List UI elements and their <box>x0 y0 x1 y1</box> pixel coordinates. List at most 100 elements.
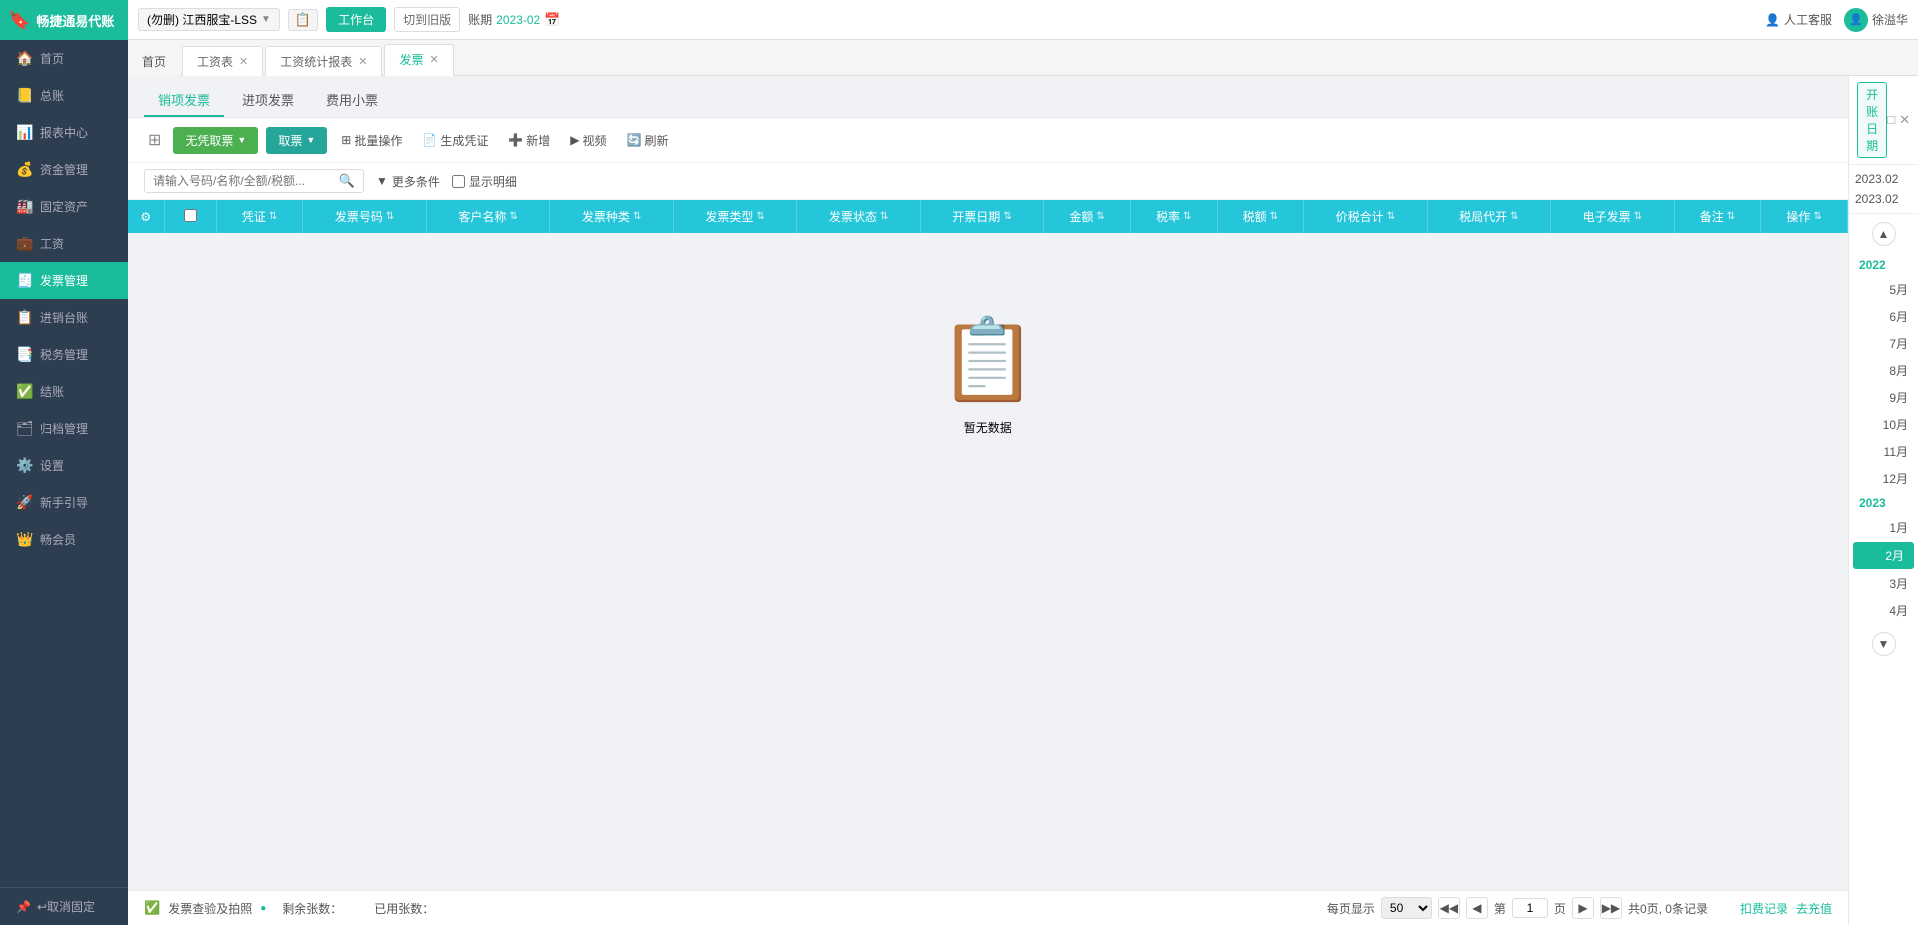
workbench-button[interactable]: 工作台 <box>326 7 386 32</box>
sidebar-item-funds[interactable]: 💰资金管理 <box>0 151 128 188</box>
tab-wages-table[interactable]: 工资表✕ <box>182 46 263 76</box>
sidebar-item-ledger[interactable]: 📒总账 <box>0 77 128 114</box>
sidebar-item-settings[interactable]: ⚙️设置 <box>0 447 128 484</box>
used-label: 已用张数： <box>374 900 434 917</box>
no-voucher-btn[interactable]: 无凭取票 ▼ <box>173 127 258 154</box>
month-item-10月[interactable]: 10月 <box>1849 411 1918 438</box>
month-item-5月[interactable]: 5月 <box>1849 276 1918 303</box>
month-item-7月[interactable]: 7月 <box>1849 330 1918 357</box>
sidebar-item-vip[interactable]: 👑畅会员 <box>0 521 128 558</box>
right-panel: 开账日期 □ ✕ 2023.02 2023.02 ▲ 2022 5月6月7月8月… <box>1848 76 1918 925</box>
refresh-label: 刷新 <box>645 132 669 149</box>
select-all-checkbox[interactable] <box>184 209 197 222</box>
subtab-expense-ticket[interactable]: 费用小票 <box>312 84 392 117</box>
deduction-link[interactable]: 扣费记录 <box>1740 900 1788 917</box>
sidebar-cancel-fixed[interactable]: 📌 ↩取消固定 <box>0 887 128 925</box>
sidebar-item-settle[interactable]: ✅结账 <box>0 373 128 410</box>
sidebar-item-assets[interactable]: 🏭固定资产 <box>0 188 128 225</box>
open-period-btn[interactable]: 开账日期 <box>1857 82 1887 158</box>
settings-icon[interactable]: ⚙ <box>140 210 151 224</box>
month-item-2023-4月[interactable]: 4月 <box>1849 597 1918 624</box>
show-detail-checkbox[interactable] <box>452 175 465 188</box>
switch-version-button[interactable]: 切到旧版 <box>394 7 460 32</box>
show-detail-wrap[interactable]: 显示明细 <box>452 173 517 190</box>
tab-label-wages-stat: 工资统计报表 <box>280 53 352 70</box>
sidebar-item-guide[interactable]: 🚀 新手引导 <box>0 484 128 521</box>
gen-voucher-label: 生成凭证 <box>440 132 488 149</box>
filter-more-btn[interactable]: ▼ 更多条件 <box>376 173 440 190</box>
sidebar-item-wages[interactable]: 💼工资 <box>0 225 128 262</box>
close-icon[interactable]: ✕ <box>1899 112 1910 128</box>
sidebar-item-archive[interactable]: 🗂归档管理 <box>0 410 128 447</box>
sidebar-icon-invoices: 🧾 <box>16 272 32 289</box>
month-item-2023-3月[interactable]: 3月 <box>1849 570 1918 597</box>
recharge-link[interactable]: 去充值 <box>1796 900 1832 917</box>
th-tax_auth_code: 税局代开⇅ <box>1427 200 1550 233</box>
tab-home[interactable]: 首页 <box>128 47 180 76</box>
tab-wages-stat[interactable]: 工资统计报表 ✕ <box>265 46 382 76</box>
sidebar-item-sales[interactable]: 📋进销台账 <box>0 299 128 336</box>
copy-button[interactable]: 📋 <box>288 9 318 31</box>
month-item-2023-1月[interactable]: 1月 <box>1849 514 1918 541</box>
main-area: (勿删) 江西服宝-LSS ▼ 📋 工作台 切到旧版 账期 2023-02 📅 … <box>128 0 1918 925</box>
sidebar-label-funds: 资金管理 <box>40 161 88 178</box>
month-item-12月[interactable]: 12月 <box>1849 465 1918 492</box>
subtab-sales-invoice[interactable]: 销项发票 <box>144 84 224 117</box>
maximize-icon[interactable]: □ <box>1887 112 1895 128</box>
last-page-btn[interactable]: ▶▶ <box>1600 897 1622 919</box>
sidebar-label-wages: 工资 <box>40 235 64 252</box>
month-down-btn[interactable]: ▼ <box>1872 632 1896 656</box>
month-item-6月[interactable]: 6月 <box>1849 303 1918 330</box>
period-calendar-icon[interactable]: 📅 <box>544 12 560 28</box>
search-icon[interactable]: 🔍 <box>339 173 355 189</box>
company-arrow-icon: ▼ <box>261 14 271 25</box>
refresh-btn[interactable]: 🔄 刷新 <box>621 127 675 154</box>
tab-close-wages-stat[interactable]: ✕ <box>358 55 367 68</box>
filter-more-label: 更多条件 <box>392 173 440 190</box>
sidebar-item-home[interactable]: 🏠首页 <box>0 40 128 77</box>
fetch-btn[interactable]: 取票 ▼ <box>266 127 327 154</box>
sidebar-item-tax[interactable]: 📑税务管理 <box>0 336 128 373</box>
user-menu[interactable]: 👤 徐溢华 <box>1844 8 1908 32</box>
sidebar-icon-guide: 🚀 <box>16 494 32 511</box>
page-input[interactable] <box>1512 898 1548 918</box>
logo-text: 畅捷通易代账 <box>36 11 114 30</box>
search-input[interactable] <box>153 174 335 188</box>
date-item-2[interactable]: 2023.02 <box>1849 189 1918 209</box>
sidebar-label-reports: 报表中心 <box>40 124 88 141</box>
per-page-select[interactable]: 50 20 100 <box>1381 897 1432 919</box>
video-btn[interactable]: ▶ 视频 <box>564 127 612 154</box>
th-checkbox[interactable] <box>164 200 216 233</box>
tab-close-invoices[interactable]: ✕ <box>430 53 439 66</box>
date-item-1[interactable]: 2023.02 <box>1849 169 1918 189</box>
no-voucher-arrow: ▼ <box>237 135 246 145</box>
invoice-table: ⚙凭证⇅发票号码⇅客户名称⇅发票种类⇅发票类型⇅发票状态⇅开票日期⇅金额⇅税率⇅… <box>128 200 1848 516</box>
prev-page-btn[interactable]: ◀ <box>1466 897 1488 919</box>
service-button[interactable]: 👤 人工客服 <box>1765 11 1832 28</box>
sidebar-item-reports[interactable]: 📊报表中心 <box>0 114 128 151</box>
new-btn[interactable]: ➕ 新增 <box>502 127 556 154</box>
month-item-2023-2月[interactable]: 2月 <box>1853 542 1914 569</box>
year-2023-label[interactable]: 2023 <box>1849 492 1918 514</box>
sidebar-item-invoices[interactable]: 🧾 发票管理 <box>0 262 128 299</box>
sidebar-label-guide: 新手引导 <box>40 494 88 511</box>
subtab-purchase-invoice[interactable]: 进项发票 <box>228 84 308 117</box>
month-item-9月[interactable]: 9月 <box>1849 384 1918 411</box>
next-page-btn[interactable]: ▶ <box>1572 897 1594 919</box>
month-item-11月[interactable]: 11月 <box>1849 438 1918 465</box>
sidebar-label-invoices: 发票管理 <box>40 272 88 289</box>
year-2022-label[interactable]: 2022 <box>1849 254 1918 276</box>
th-settings[interactable]: ⚙ <box>128 200 164 233</box>
th-voucher: 凭证⇅ <box>216 200 303 233</box>
company-selector[interactable]: (勿删) 江西服宝-LSS ▼ <box>138 8 280 31</box>
search-wrap: 🔍 <box>144 169 364 193</box>
th-invoice_type: 发票种类⇅ <box>550 200 673 233</box>
batch-op-btn[interactable]: ⊞ 批量操作 <box>335 127 408 154</box>
grid-icon[interactable]: ⊞ <box>144 126 165 154</box>
tab-close-wages-table[interactable]: ✕ <box>239 55 248 68</box>
month-up-btn[interactable]: ▲ <box>1872 222 1896 246</box>
gen-voucher-btn[interactable]: 📄 生成凭证 <box>416 127 494 154</box>
first-page-btn[interactable]: ◀◀ <box>1438 897 1460 919</box>
month-item-8月[interactable]: 8月 <box>1849 357 1918 384</box>
tab-invoices[interactable]: 发票✕ <box>384 44 453 76</box>
